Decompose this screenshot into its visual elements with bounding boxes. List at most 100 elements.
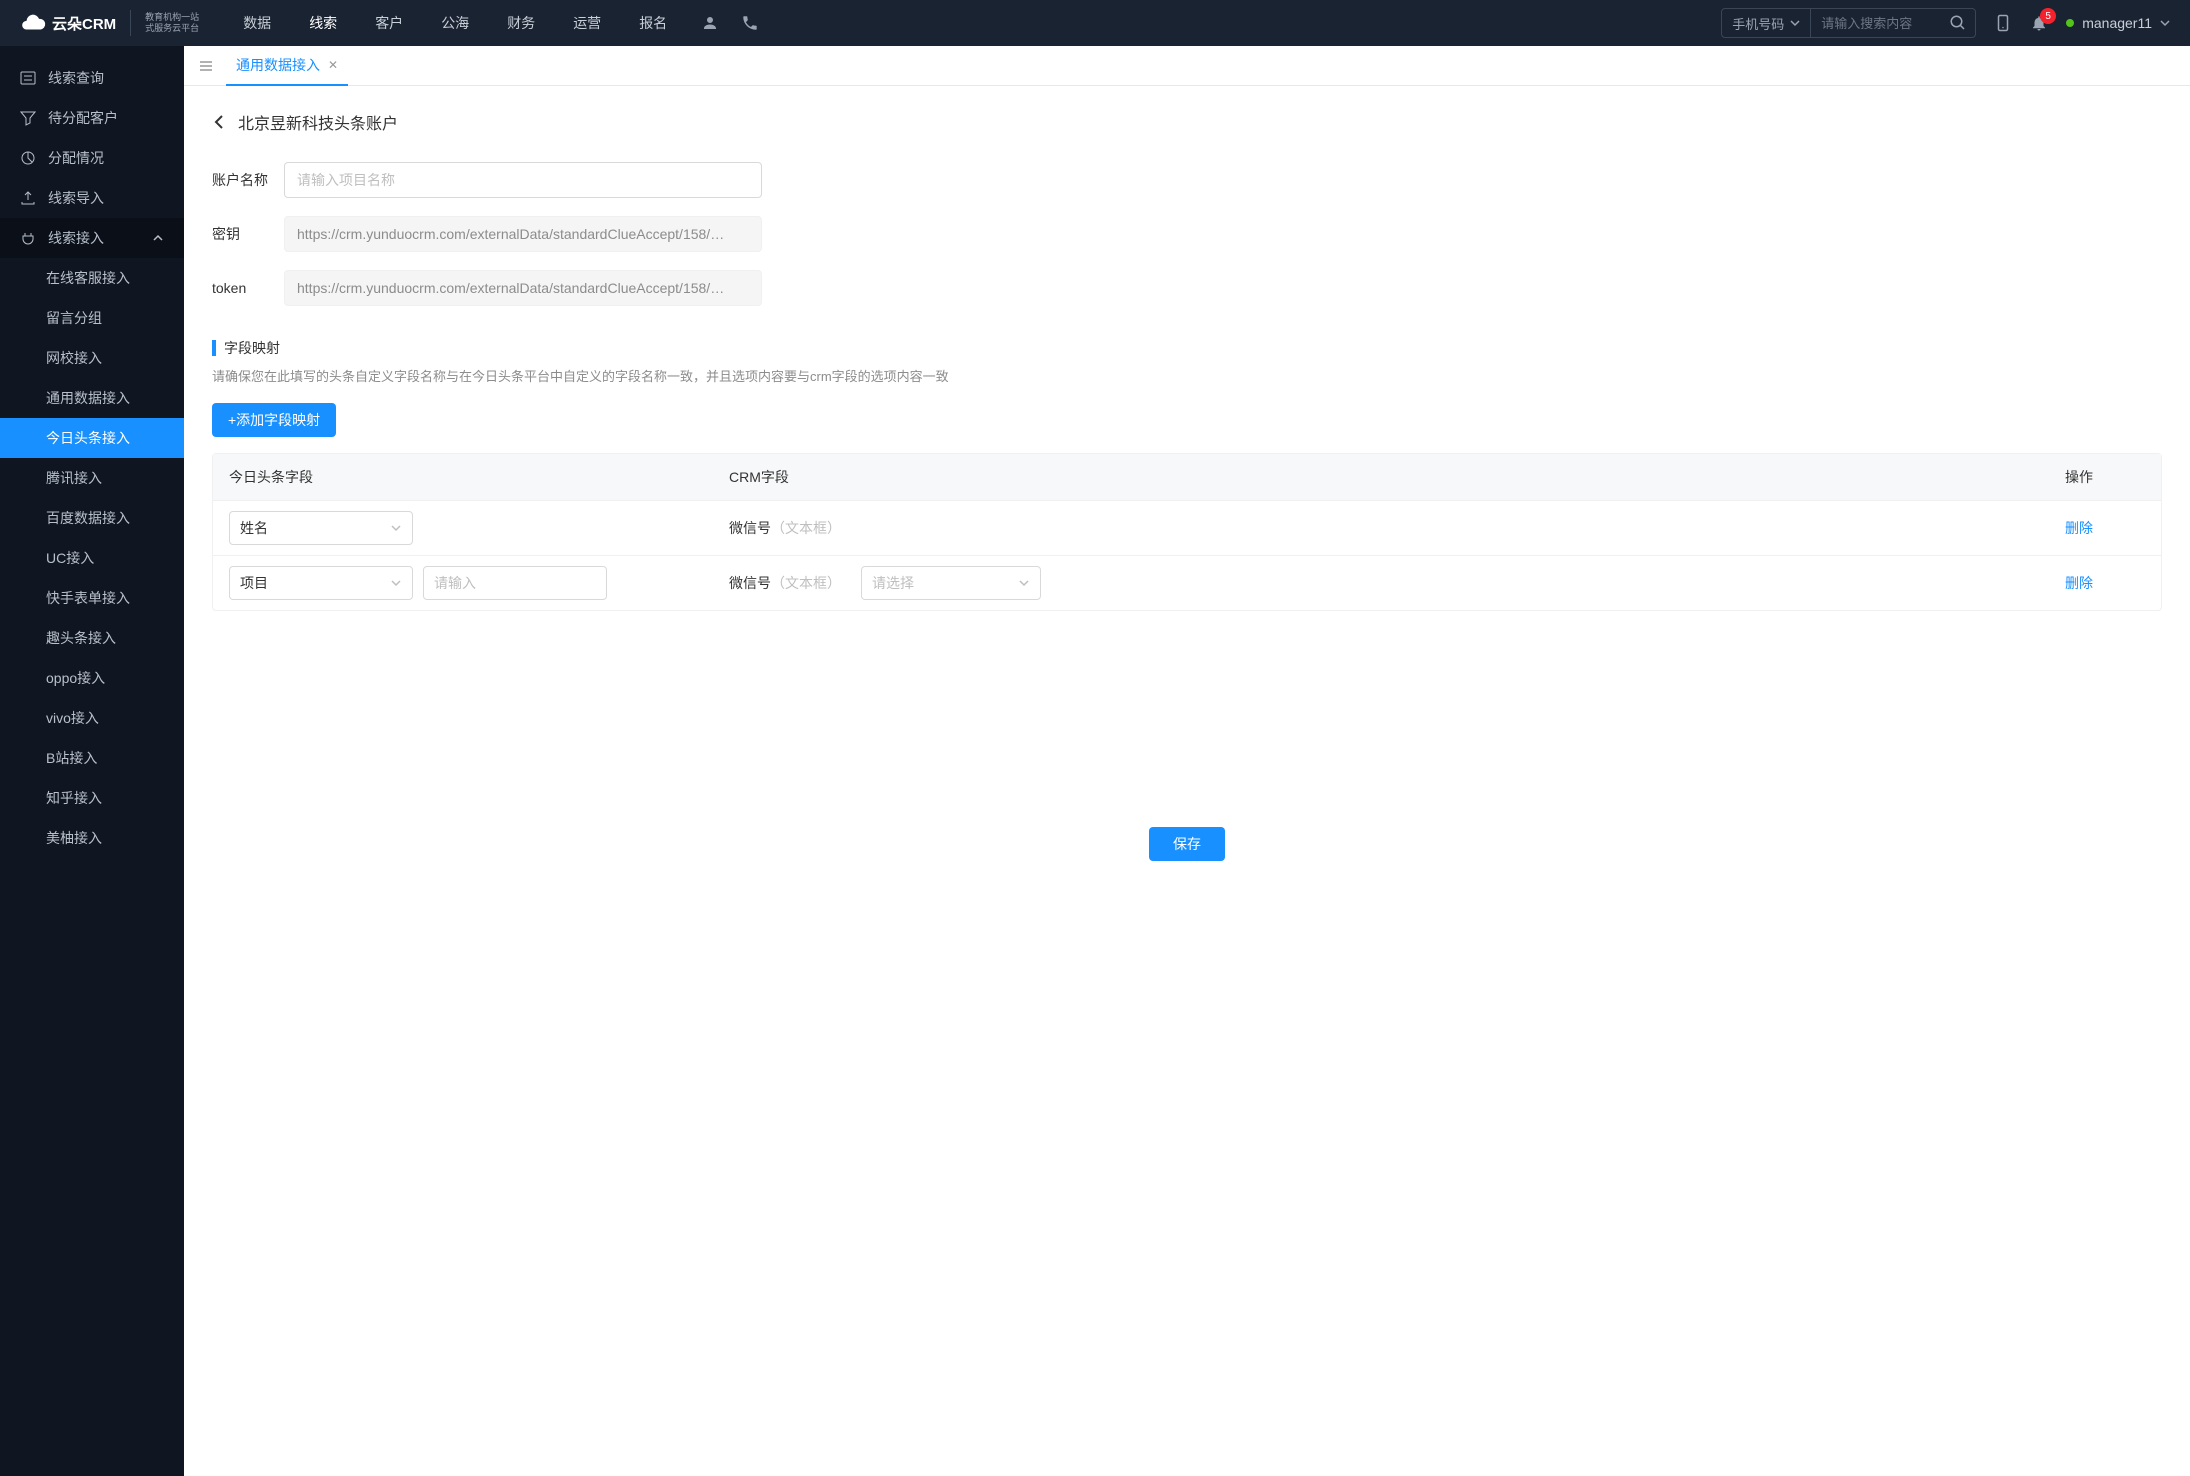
- status-dot: [2066, 19, 2074, 27]
- tt-field-input[interactable]: [423, 566, 607, 600]
- search-input[interactable]: [1811, 16, 1941, 31]
- sidebar: 线索查询 待分配客户 分配情况 线索导入 线索接入 在线客服接入 留言分组 网校…: [0, 46, 184, 1476]
- account-label: 账户名称: [212, 170, 284, 190]
- page-title: 北京昱新科技头条账户: [238, 110, 398, 134]
- notification-button[interactable]: 5: [2030, 14, 2048, 32]
- chevron-down-icon: [390, 577, 402, 589]
- secret-label: 密钥: [212, 224, 284, 244]
- upload-icon: [20, 190, 36, 206]
- crm-field-label: 微信号: [729, 575, 771, 591]
- logo: 云朵CRM 教育机构一站 式服务云平台: [20, 10, 199, 36]
- nav-operation[interactable]: 运营: [569, 13, 605, 33]
- content: 北京昱新科技头条账户 账户名称 密钥 token 字段映射 请确保您在此填写的头…: [184, 86, 2190, 1476]
- list-icon: [20, 70, 36, 86]
- nav-data[interactable]: 数据: [239, 13, 275, 33]
- pie-icon: [20, 150, 36, 166]
- plug-icon: [20, 230, 36, 246]
- add-mapping-button[interactable]: +添加字段映射: [212, 403, 336, 437]
- sidebar-sub-toutiao[interactable]: 今日头条接入: [0, 418, 184, 458]
- crm-field-select[interactable]: 请选择: [861, 566, 1041, 600]
- app-header: 云朵CRM 教育机构一站 式服务云平台 数据 线索 客户 公海 财务 运营 报名…: [0, 0, 2190, 46]
- form-row-secret: 密钥: [212, 216, 2162, 252]
- section-title: 字段映射: [212, 338, 2162, 358]
- sidebar-sub-qutoutiao[interactable]: 趣头条接入: [0, 618, 184, 658]
- sidebar-sub-online[interactable]: 在线客服接入: [0, 258, 184, 298]
- crm-field-hint: （文本框）: [771, 575, 841, 591]
- sidebar-sub-message[interactable]: 留言分组: [0, 298, 184, 338]
- form-row-token: token: [212, 270, 2162, 306]
- footer-bar: 保存: [212, 811, 2162, 877]
- sidebar-item-import[interactable]: 线索导入: [0, 178, 184, 218]
- tab-close-icon[interactable]: ✕: [328, 58, 338, 72]
- divider: [130, 10, 131, 36]
- sidebar-sub-meiyou[interactable]: 美柚接入: [0, 818, 184, 858]
- top-nav: 数据 线索 客户 公海 财务 运营 报名: [239, 13, 671, 33]
- tab-general-data[interactable]: 通用数据接入 ✕: [226, 46, 348, 86]
- sidebar-sub-school[interactable]: 网校接入: [0, 338, 184, 378]
- header-right: 手机号码 5 manager11: [1721, 8, 2170, 38]
- mobile-icon[interactable]: [1994, 14, 2012, 32]
- main: 通用数据接入 ✕ 北京昱新科技头条账户 账户名称 密钥 token: [184, 46, 2190, 1476]
- table-row: 项目 微信号（文本框） 请选择 删除: [213, 555, 2161, 610]
- crm-field-hint: （文本框）: [771, 520, 841, 536]
- nav-signup[interactable]: 报名: [635, 13, 671, 33]
- search-button[interactable]: [1941, 14, 1975, 32]
- search-group: 手机号码: [1721, 8, 1976, 38]
- secret-input[interactable]: [284, 216, 762, 252]
- section-desc: 请确保您在此填写的头条自定义字段名称与在今日头条平台中自定义的字段名称一致，并且…: [212, 366, 2162, 385]
- username: manager11: [2082, 15, 2152, 31]
- account-input[interactable]: [284, 162, 762, 198]
- cloud-icon: [20, 10, 46, 36]
- logo-subtitle: 教育机构一站 式服务云平台: [145, 12, 199, 34]
- sidebar-sub-oppo[interactable]: oppo接入: [0, 658, 184, 698]
- mapping-table: 今日头条字段 CRM字段 操作 姓名 微信号（文本框）: [212, 453, 2162, 611]
- sidebar-sub-zhihu[interactable]: 知乎接入: [0, 778, 184, 818]
- sidebar-sub-kuaishou[interactable]: 快手表单接入: [0, 578, 184, 618]
- logo-text: 云朵CRM: [52, 13, 116, 34]
- sidebar-sub-uc[interactable]: UC接入: [0, 538, 184, 578]
- nav-customer[interactable]: 客户: [371, 13, 407, 33]
- save-button[interactable]: 保存: [1149, 827, 1225, 861]
- chevron-up-icon: [152, 232, 164, 244]
- search-type-select[interactable]: 手机号码: [1722, 9, 1811, 37]
- user-menu[interactable]: manager11: [2066, 15, 2170, 31]
- token-input[interactable]: [284, 270, 762, 306]
- chevron-down-icon: [2160, 18, 2170, 28]
- chevron-down-icon: [1018, 577, 1030, 589]
- col-crm: CRM字段: [729, 467, 2065, 487]
- delete-button[interactable]: 删除: [2065, 520, 2093, 536]
- nav-finance[interactable]: 财务: [503, 13, 539, 33]
- user-add-icon[interactable]: [701, 14, 719, 32]
- sidebar-item-clue-search[interactable]: 线索查询: [0, 58, 184, 98]
- sidebar-item-allocation[interactable]: 分配情况: [0, 138, 184, 178]
- section-bar: [212, 340, 216, 356]
- sidebar-toggle[interactable]: [194, 54, 218, 78]
- back-button[interactable]: [212, 114, 228, 130]
- menu-icon: [198, 58, 214, 74]
- sidebar-item-access[interactable]: 线索接入: [0, 218, 184, 258]
- tt-field-select[interactable]: 姓名: [229, 511, 413, 545]
- phone-icon[interactable]: [741, 14, 759, 32]
- search-icon: [1949, 14, 1967, 32]
- sidebar-sub-bilibili[interactable]: B站接入: [0, 738, 184, 778]
- delete-button[interactable]: 删除: [2065, 575, 2093, 591]
- sidebar-sub-general[interactable]: 通用数据接入: [0, 378, 184, 418]
- filter-icon: [20, 110, 36, 126]
- sidebar-sub-tencent[interactable]: 腾讯接入: [0, 458, 184, 498]
- chevron-down-icon: [390, 522, 402, 534]
- nav-publicsea[interactable]: 公海: [437, 13, 473, 33]
- form-row-account: 账户名称: [212, 162, 2162, 198]
- chevron-down-icon: [1790, 18, 1800, 28]
- page-head: 北京昱新科技头条账户: [212, 110, 2162, 134]
- sidebar-sub-vivo[interactable]: vivo接入: [0, 698, 184, 738]
- col-action: 操作: [2065, 467, 2145, 487]
- sidebar-item-pending[interactable]: 待分配客户: [0, 98, 184, 138]
- token-label: token: [212, 280, 284, 296]
- col-toutiao: 今日头条字段: [229, 467, 729, 487]
- notification-badge: 5: [2040, 8, 2056, 24]
- tt-field-select[interactable]: 项目: [229, 566, 413, 600]
- table-row: 姓名 微信号（文本框） 删除: [213, 500, 2161, 555]
- nav-clue[interactable]: 线索: [305, 13, 341, 33]
- tab-bar: 通用数据接入 ✕: [184, 46, 2190, 86]
- sidebar-sub-baidu[interactable]: 百度数据接入: [0, 498, 184, 538]
